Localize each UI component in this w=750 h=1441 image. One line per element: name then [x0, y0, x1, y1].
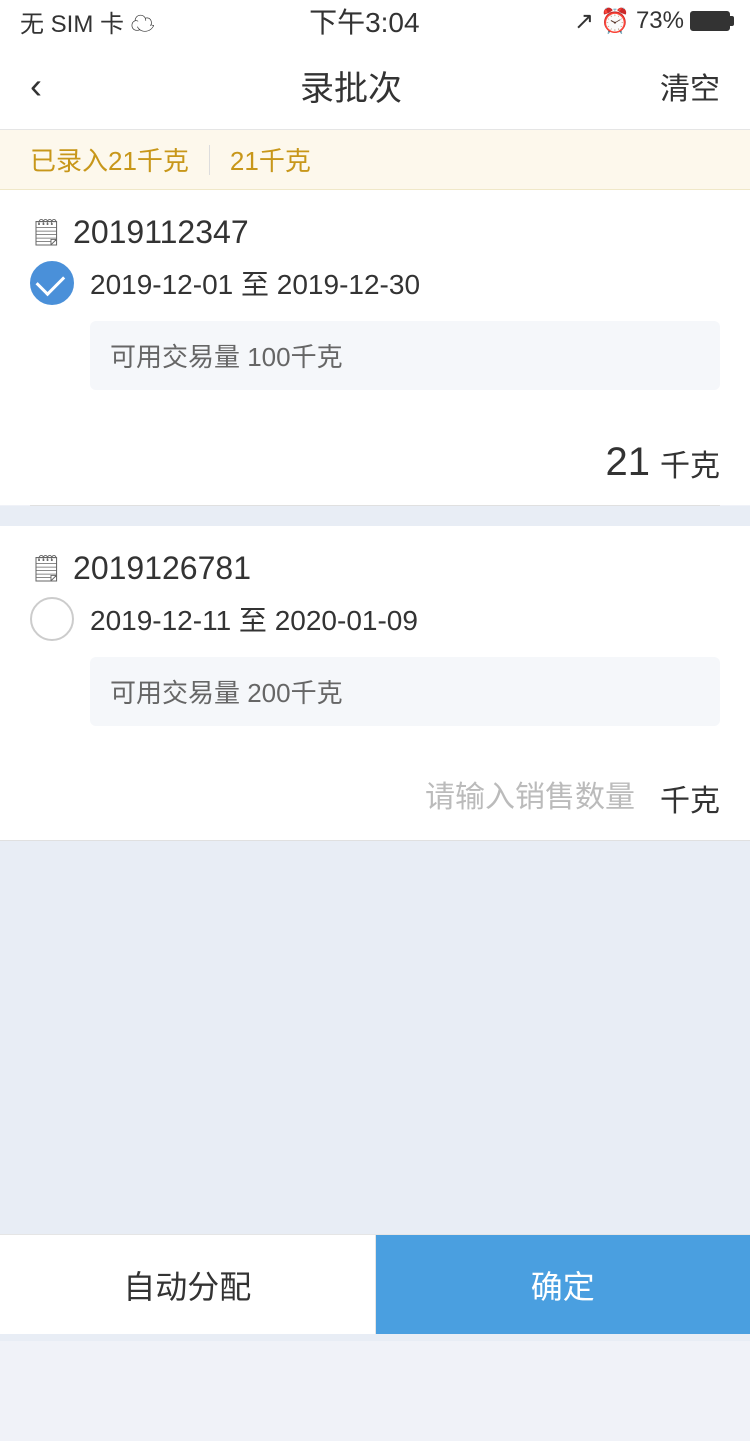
batch-1-quantity-row: 21 千克: [0, 420, 750, 505]
batch-2-number: 2019126781: [73, 550, 251, 587]
batch-1-icon: 🗒: [30, 217, 63, 248]
bottom-buttons: 自动分配 确定: [0, 1234, 750, 1334]
status-right: ↗ ⏰ 73%: [574, 7, 730, 36]
batch-2-quantity-input[interactable]: [264, 781, 650, 815]
batch-2-header: 🗒 2019126781: [30, 550, 720, 587]
batch-2-icon: 🗒: [30, 553, 63, 584]
batch-item-2: 🗒 2019126781 2019-12-11 至 2020-01-09 可用交…: [0, 526, 750, 756]
batch-2-unit: 千克: [660, 776, 720, 820]
clear-button[interactable]: 清空: [660, 64, 720, 108]
nav-bar: ‹ 录批次 清空: [0, 42, 750, 130]
batch-item-1: 🗒 2019112347 2019-12-01 至 2019-12-30 可用交…: [0, 190, 750, 420]
batch-1-number: 2019112347: [73, 214, 249, 251]
battery-percent: 73%: [636, 7, 684, 35]
batch-2-date-row: 2019-12-11 至 2020-01-09: [30, 597, 720, 641]
back-button[interactable]: ‹: [30, 65, 42, 107]
battery-icon: [690, 11, 730, 31]
sim-text: 无 SIM 卡 ☁: [20, 4, 155, 39]
batch-2-quantity-input-row[interactable]: 千克: [0, 756, 750, 841]
recorded-weight: 已录入21千克: [30, 141, 189, 178]
batch-2-checkbox[interactable]: [30, 597, 74, 641]
batch-1-quantity-value: 21: [606, 440, 651, 485]
batch-1-date: 2019-12-01 至 2019-12-30: [90, 263, 420, 303]
confirm-button[interactable]: 确定: [376, 1235, 750, 1334]
total-weight: 21千克: [230, 141, 311, 178]
batch-2-date: 2019-12-11 至 2020-01-09: [90, 599, 418, 639]
batch-1-available: 可用交易量 100千克: [90, 321, 720, 390]
batch-1-header: 🗒 2019112347: [30, 214, 720, 251]
batch-1-date-row: 2019-12-01 至 2019-12-30: [30, 261, 720, 305]
status-time: 下午3:04: [309, 1, 420, 41]
location-icon: ↗: [574, 7, 594, 36]
batch-1-unit: 千克: [660, 441, 720, 485]
page-title: 录批次: [300, 61, 402, 110]
banner-divider: [209, 145, 210, 175]
status-bar: 无 SIM 卡 ☁ 下午3:04 ↗ ⏰ 73%: [0, 0, 750, 42]
batch-1-checkbox[interactable]: [30, 261, 74, 305]
info-banner: 已录入21千克 21千克: [0, 130, 750, 190]
card-separator: [0, 506, 750, 526]
status-left: 无 SIM 卡 ☁: [20, 4, 155, 39]
alarm-icon: ⏰: [600, 7, 630, 36]
batch-2-available: 可用交易量 200千克: [90, 657, 720, 726]
auto-distribute-button[interactable]: 自动分配: [0, 1235, 376, 1334]
